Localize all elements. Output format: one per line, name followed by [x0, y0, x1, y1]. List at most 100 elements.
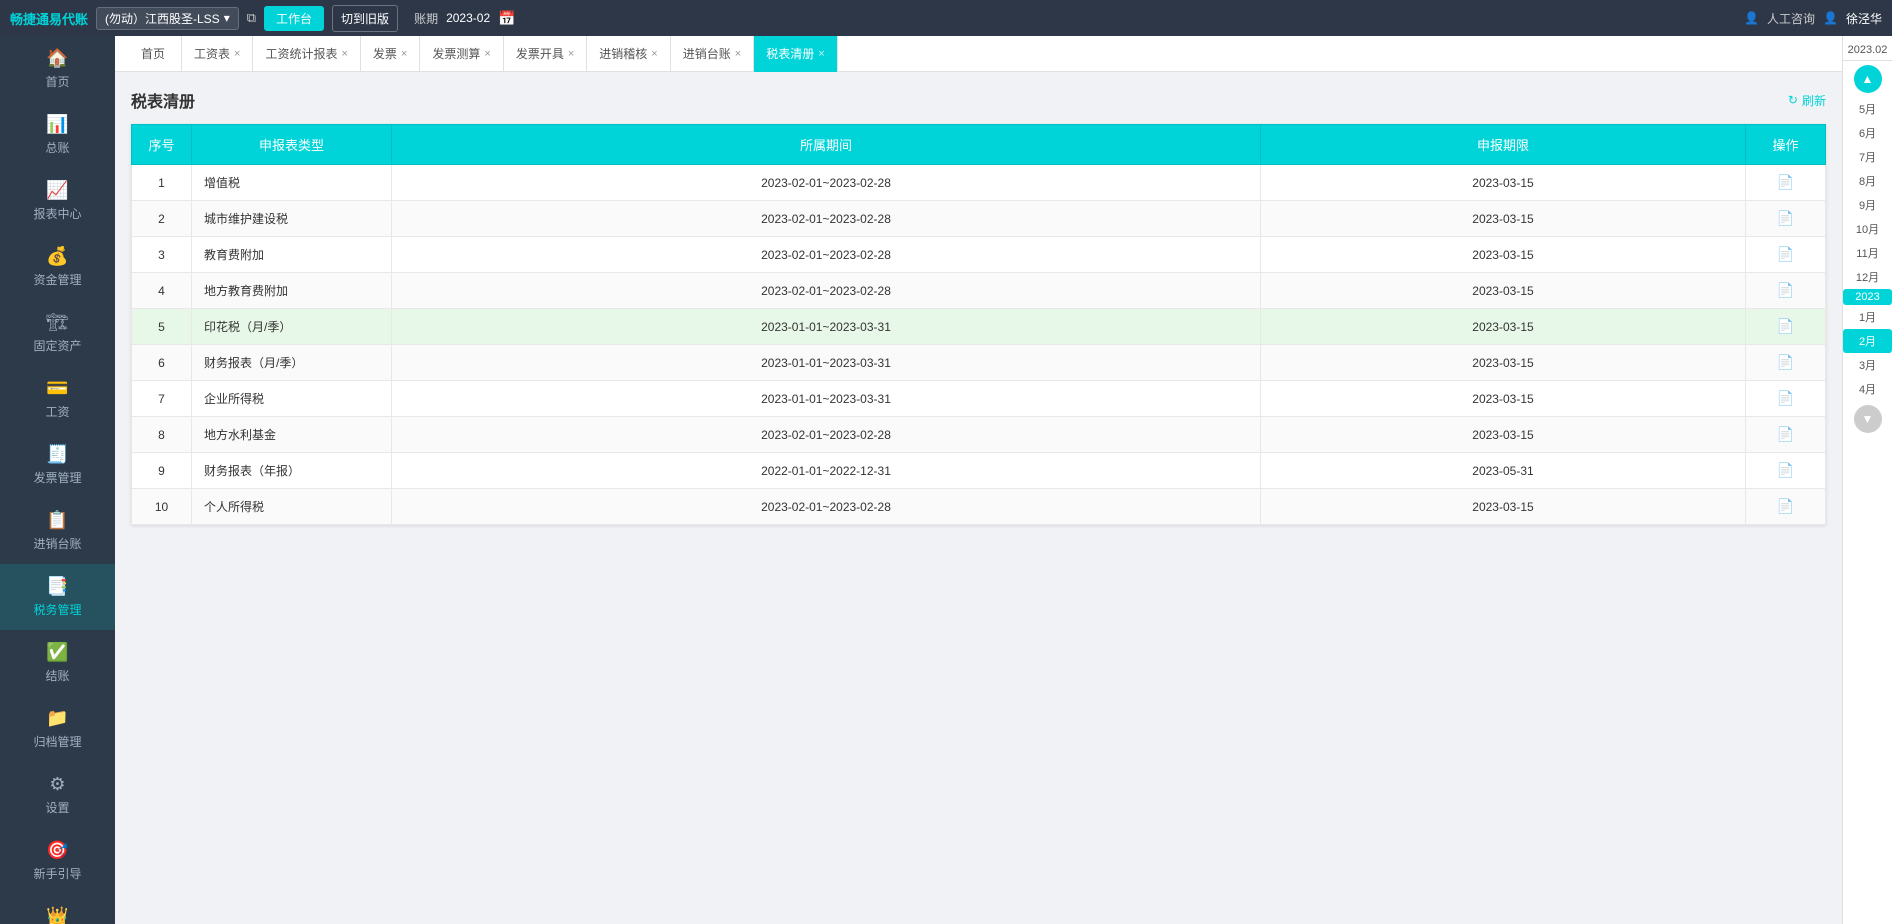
action-icon-10[interactable]: 📄: [1777, 498, 1794, 514]
sidebar-item-vip[interactable]: 👑 畅会员: [0, 894, 115, 924]
cell-seq: 10: [132, 489, 192, 525]
sidebar-item-home[interactable]: 🏠 首页: [0, 36, 115, 102]
tab-close-purchase-audit[interactable]: ×: [651, 48, 657, 60]
action-icon-4[interactable]: 📄: [1777, 282, 1794, 298]
action-icon-9[interactable]: 📄: [1777, 462, 1794, 478]
tab-close-payroll[interactable]: ×: [234, 48, 240, 60]
cell-action[interactable]: 📄: [1746, 417, 1826, 453]
tax-icon: 📑: [46, 576, 68, 597]
cell-action[interactable]: 📄: [1746, 309, 1826, 345]
sidebar-item-payroll[interactable]: 💳 工资: [0, 366, 115, 432]
action-icon-8[interactable]: 📄: [1777, 426, 1794, 442]
sidebar-item-settings[interactable]: ⚙ 设置: [0, 762, 115, 828]
tab-close-payroll-report[interactable]: ×: [341, 48, 347, 60]
action-icon-7[interactable]: 📄: [1777, 390, 1794, 406]
panel-up-button[interactable]: ▲: [1854, 65, 1882, 93]
sidebar-item-settle[interactable]: ✅ 结账: [0, 630, 115, 696]
sidebar-item-archive[interactable]: 📁 归档管理: [0, 696, 115, 762]
tab-purchase-audit[interactable]: 进销稽核 ×: [587, 36, 670, 72]
panel-month-4[interactable]: 4月: [1843, 377, 1892, 401]
action-icon-6[interactable]: 📄: [1777, 354, 1794, 370]
tab-close-purchase-ledger[interactable]: ×: [735, 48, 741, 60]
panel-month-11[interactable]: 11月: [1843, 241, 1892, 265]
sidebar-item-guide[interactable]: 🎯 新手引导: [0, 828, 115, 894]
cell-action[interactable]: 📄: [1746, 381, 1826, 417]
panel-month-6[interactable]: 6月: [1843, 121, 1892, 145]
sidebar-label-purchase: 进销台账: [33, 535, 81, 552]
tab-home[interactable]: 首页: [125, 36, 182, 72]
cell-action[interactable]: 📄: [1746, 165, 1826, 201]
ai-consult-label[interactable]: 人工咨询: [1767, 10, 1815, 27]
table-row: 10 个人所得税 2023-02-01~2023-02-28 2023-03-1…: [132, 489, 1826, 525]
page-content: 税表清册 ↻ 刷新 序号 申报表类型 所属期间 申报期限 操作: [115, 72, 1842, 924]
cell-type: 个人所得税: [192, 489, 392, 525]
sidebar-item-purchase[interactable]: 📋 进销台账: [0, 498, 115, 564]
col-seq: 序号: [132, 125, 192, 165]
col-type: 申报表类型: [192, 125, 392, 165]
action-icon-3[interactable]: 📄: [1777, 246, 1794, 262]
cell-action[interactable]: 📄: [1746, 453, 1826, 489]
sidebar-label-fund: 资金管理: [33, 271, 81, 288]
table-row: 6 财务报表（月/季） 2023-01-01~2023-03-31 2023-0…: [132, 345, 1826, 381]
panel-month-12[interactable]: 12月: [1843, 265, 1892, 289]
sidebar-item-fund[interactable]: 💰 资金管理: [0, 234, 115, 300]
copy-icon[interactable]: ⧉: [247, 10, 256, 26]
panel-month-2[interactable]: 2月: [1843, 329, 1892, 353]
ai-consult-icon: 👤: [1744, 11, 1759, 25]
tab-invoice-calc[interactable]: 发票测算 ×: [420, 36, 503, 72]
cell-action[interactable]: 📄: [1746, 201, 1826, 237]
panel-month-8[interactable]: 8月: [1843, 169, 1892, 193]
action-icon-1[interactable]: 📄: [1777, 174, 1794, 190]
cell-seq: 7: [132, 381, 192, 417]
cell-seq: 1: [132, 165, 192, 201]
sidebar-item-account[interactable]: 📊 总账: [0, 102, 115, 168]
panel-month-1[interactable]: 1月: [1843, 305, 1892, 329]
panel-month-9[interactable]: 9月: [1843, 193, 1892, 217]
cell-type: 财务报表（月/季）: [192, 345, 392, 381]
tab-close-invoice[interactable]: ×: [401, 48, 407, 60]
tab-close-tax-registry[interactable]: ×: [818, 48, 824, 60]
cell-period: 2023-02-01~2023-02-28: [392, 273, 1261, 309]
workbench-button[interactable]: 工作台: [264, 6, 324, 31]
payroll-icon: 💳: [46, 378, 68, 399]
panel-down-button[interactable]: ▼: [1854, 405, 1882, 433]
sidebar-item-tax[interactable]: 📑 税务管理: [0, 564, 115, 630]
table-row: 2 城市维护建设税 2023-02-01~2023-02-28 2023-03-…: [132, 201, 1826, 237]
cell-action[interactable]: 📄: [1746, 489, 1826, 525]
sidebar-label-payroll: 工资: [45, 403, 69, 420]
cell-deadline: 2023-03-15: [1260, 165, 1745, 201]
tab-payroll[interactable]: 工资表 ×: [182, 36, 253, 72]
table-row: 3 教育费附加 2023-02-01~2023-02-28 2023-03-15…: [132, 237, 1826, 273]
col-deadline: 申报期限: [1260, 125, 1745, 165]
panel-month-7[interactable]: 7月: [1843, 145, 1892, 169]
company-selector[interactable]: (勿动）江西股圣-LSS ▾: [96, 7, 239, 30]
tab-invoice-issue[interactable]: 发票开具 ×: [504, 36, 587, 72]
sidebar-item-report[interactable]: 📈 报表中心: [0, 168, 115, 234]
panel-year-2023[interactable]: 2023: [1843, 289, 1892, 305]
tab-tax-registry[interactable]: 税表清册 ×: [754, 36, 837, 72]
panel-month-5[interactable]: 5月: [1843, 97, 1892, 121]
panel-month-3[interactable]: 3月: [1843, 353, 1892, 377]
switch-button[interactable]: 切到旧版: [332, 5, 398, 32]
panel-month-10[interactable]: 10月: [1843, 217, 1892, 241]
cell-action[interactable]: 📄: [1746, 345, 1826, 381]
tab-payroll-report[interactable]: 工资统计报表 ×: [253, 36, 360, 72]
table-row: 9 财务报表（年报） 2022-01-01~2022-12-31 2023-05…: [132, 453, 1826, 489]
action-icon-5[interactable]: 📄: [1777, 318, 1794, 334]
tab-invoice[interactable]: 发票 ×: [361, 36, 420, 72]
sidebar-item-asset[interactable]: 🏗 固定资产: [0, 300, 115, 366]
tab-close-invoice-issue[interactable]: ×: [568, 48, 574, 60]
action-icon-2[interactable]: 📄: [1777, 210, 1794, 226]
table-row: 4 地方教育费附加 2023-02-01~2023-02-28 2023-03-…: [132, 273, 1826, 309]
cell-type: 地方水利基金: [192, 417, 392, 453]
sidebar-label-invoice: 发票管理: [33, 469, 81, 486]
refresh-button[interactable]: ↻ 刷新: [1788, 92, 1826, 109]
cell-action[interactable]: 📄: [1746, 237, 1826, 273]
tab-close-invoice-calc[interactable]: ×: [484, 48, 490, 60]
username[interactable]: 徐泾华: [1846, 10, 1882, 27]
sidebar-item-invoice[interactable]: 🧾 发票管理: [0, 432, 115, 498]
cell-type: 企业所得税: [192, 381, 392, 417]
tab-purchase-ledger[interactable]: 进销台账 ×: [671, 36, 754, 72]
cell-action[interactable]: 📄: [1746, 273, 1826, 309]
calendar-icon[interactable]: 📅: [498, 10, 515, 27]
